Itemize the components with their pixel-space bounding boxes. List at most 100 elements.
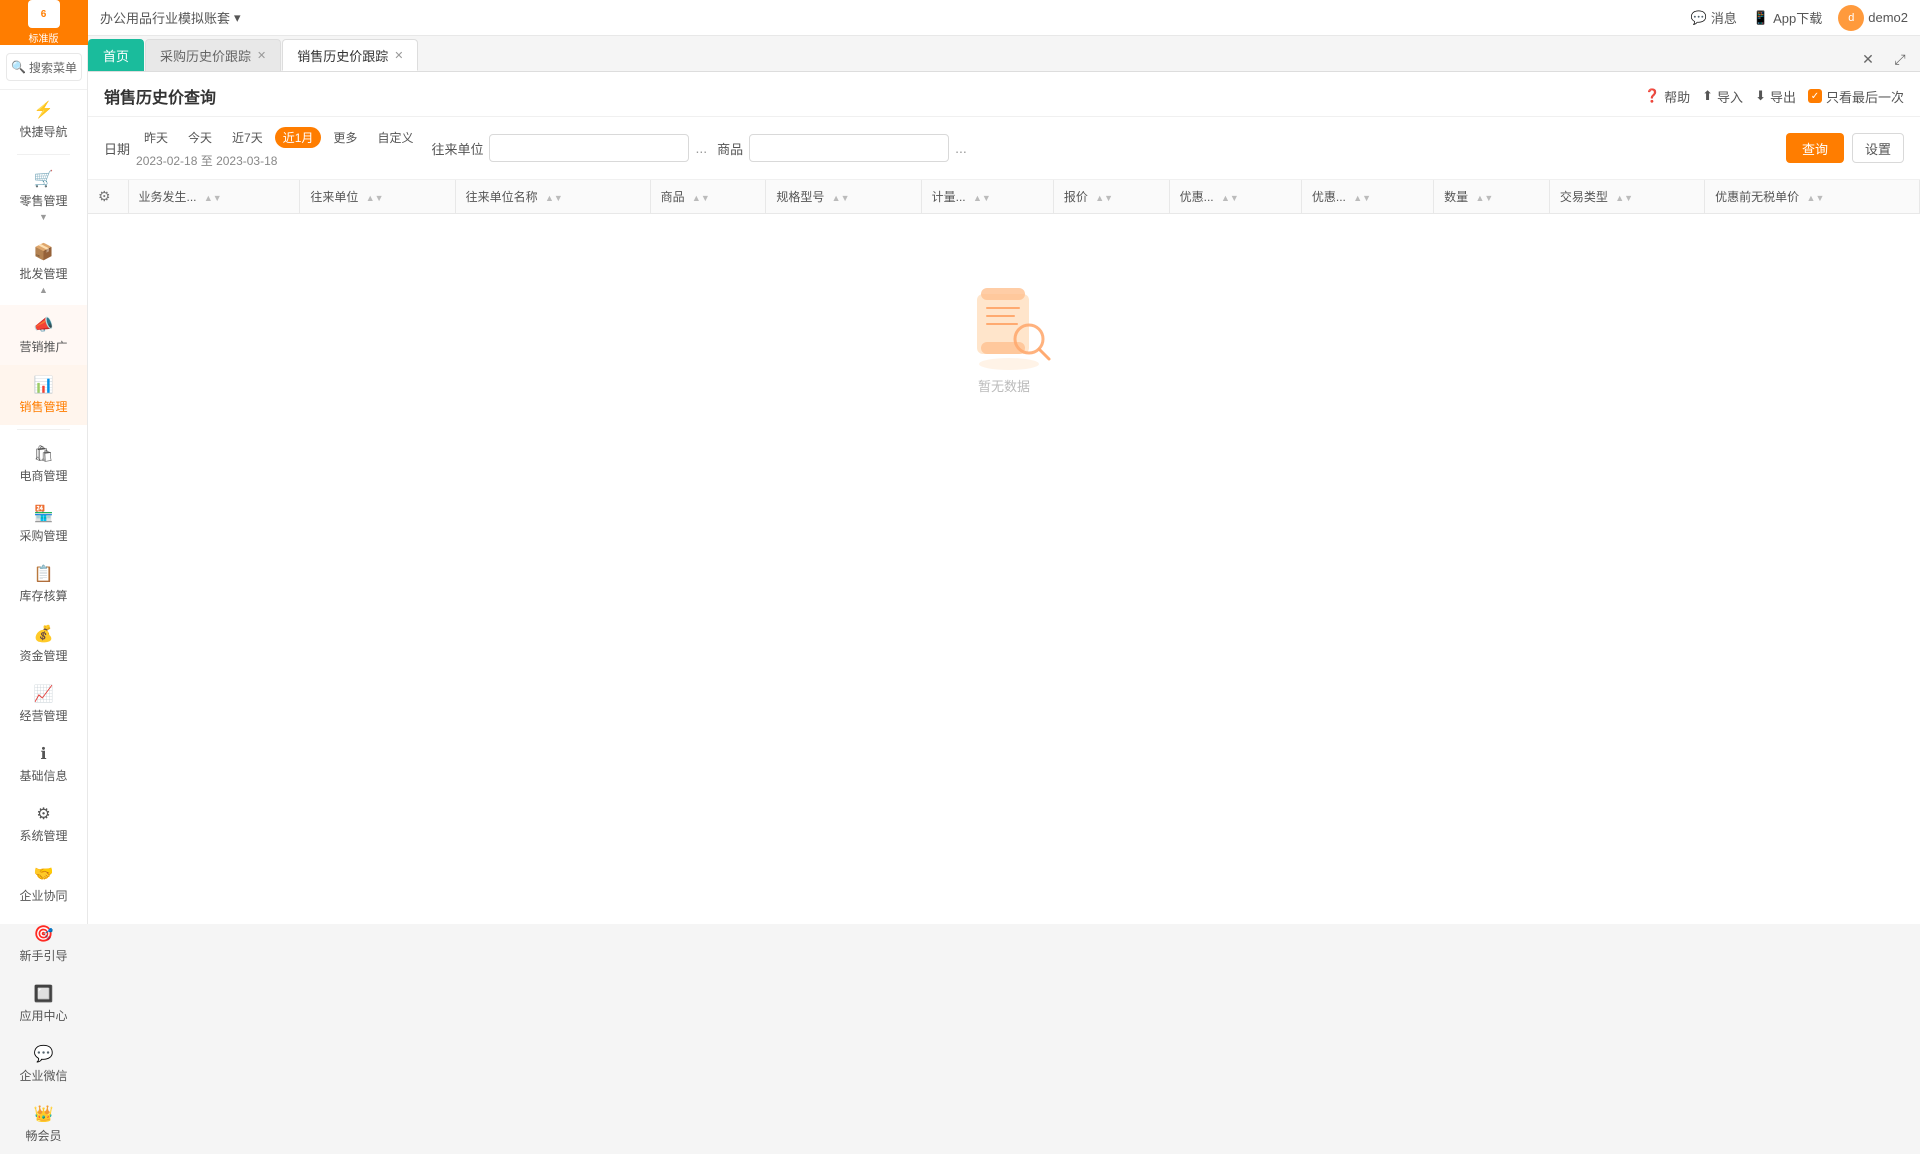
export-btn[interactable]: ⬇ 导出 [1755, 87, 1796, 106]
sidebar-item-wholesale[interactable]: 📦 批发管理 ▲ [0, 232, 87, 305]
date-filter-label: 日期 [104, 139, 130, 158]
purchase-icon: 🏪 [34, 504, 54, 524]
sort-arrows-trade-type: ▲▼ [1615, 193, 1633, 203]
date-chip-yesterday[interactable]: 昨天 [136, 127, 176, 148]
tab-purchase-history[interactable]: 采购历史价跟踪 ✕ [145, 39, 281, 71]
avatar: d [1838, 5, 1864, 31]
page-title: 销售历史价查询 [104, 84, 216, 108]
table-th-trade-type[interactable]: 交易类型 ▲▼ [1549, 180, 1704, 214]
main-area: 办公用品行业模拟账套 ▾ 💬 消息 📱 App下载 d demo2 首页 [88, 0, 1920, 924]
sidebar-item-system[interactable]: ⚙ 系统管理 [0, 794, 87, 854]
import-btn[interactable]: ⬆ 导入 [1702, 87, 1743, 106]
sidebar-item-retail[interactable]: 🛒 零售管理 ▼ [0, 159, 87, 232]
topbar-title-dropdown[interactable]: 办公用品行业模拟账套 ▾ [100, 8, 241, 27]
sidebar-item-member[interactable]: 👑 畅会员 [0, 1094, 87, 1154]
partner-dots-btn[interactable]: ... [695, 140, 707, 156]
table-th-pre-tax[interactable]: 优惠前无税单价 ▲▼ [1705, 180, 1920, 214]
tab-home[interactable]: 首页 [88, 39, 144, 71]
sidebar-search-area: 🔍 搜索菜单 [0, 45, 87, 90]
table-th-biz-date[interactable]: 业务发生... ▲▼ [128, 180, 300, 214]
sort-arrows-unit: ▲▼ [973, 193, 991, 203]
table-th-quote[interactable]: 报价 ▲▼ [1053, 180, 1169, 214]
only-last-checkbox-label[interactable]: 只看最后一次 [1808, 87, 1904, 106]
date-chip-custom[interactable]: 自定义 [369, 127, 421, 148]
sidebar-item-purchase[interactable]: 🏪 采购管理 [0, 494, 87, 554]
search-menu-button[interactable]: 🔍 搜索菜单 [6, 53, 82, 81]
dropdown-arrow-icon: ▾ [234, 10, 241, 26]
empty-state-svg [959, 274, 1059, 374]
close-window-btn[interactable]: ✕ [1856, 47, 1880, 71]
tab-purchase-label: 采购历史价跟踪 [160, 46, 251, 65]
quick-nav-icon: ⚡ [34, 100, 54, 120]
app-center-icon: 🔲 [34, 984, 54, 1004]
app-download-icon: 📱 [1753, 10, 1769, 26]
table-th-spec[interactable]: 规格型号 ▲▼ [766, 180, 921, 214]
window-buttons: ✕ ⤢ [1856, 47, 1920, 71]
sidebar-item-guide[interactable]: 🎯 新手引导 [0, 914, 87, 974]
sidebar-logo[interactable]: 6 标准版 [0, 0, 88, 45]
basic-info-icon: ℹ [40, 744, 46, 764]
sidebar-item-quick-nav[interactable]: ⚡ 快捷导航 [0, 90, 87, 150]
sidebar-item-wecom[interactable]: 💬 企业微信 [0, 1034, 87, 1094]
sidebar-item-marketing[interactable]: 📣 营销推广 [0, 305, 87, 365]
query-button[interactable]: 查询 [1786, 133, 1844, 163]
page-header: 销售历史价查询 ❓ 帮助 ⬆ 导入 ⬇ 导出 只看最后一次 [88, 72, 1920, 117]
divider2 [17, 429, 69, 430]
filter-bar: 日期 昨天 今天 近7天 近1月 更多 自定义 2023-02-18 至 202… [88, 117, 1920, 180]
sidebar-item-ecommerce[interactable]: 🛍 电商管理 [0, 434, 87, 494]
date-chip-more[interactable]: 更多 [325, 127, 365, 148]
tab-sales-history[interactable]: 销售历史价跟踪 ✕ [282, 39, 418, 71]
partner-filter-input[interactable] [489, 134, 689, 162]
divider [17, 154, 69, 155]
sort-arrows-pre-tax: ▲▼ [1807, 193, 1825, 203]
tab-home-label: 首页 [103, 46, 129, 65]
guide-icon: 🎯 [34, 924, 54, 944]
sidebar-item-sales[interactable]: 📊 销售管理 [0, 365, 87, 425]
sidebar-item-basic-info[interactable]: ℹ 基础信息 [0, 734, 87, 794]
finance-icon: 💰 [34, 624, 54, 644]
sidebar-item-app-center[interactable]: 🔲 应用中心 [0, 974, 87, 1034]
date-chip-today[interactable]: 今天 [180, 127, 220, 148]
tab-sales-label: 销售历史价跟踪 [297, 46, 388, 65]
tab-sales-close-icon[interactable]: ✕ [394, 49, 403, 62]
member-icon: 👑 [34, 1104, 54, 1124]
sidebar-item-finance[interactable]: 💰 资金管理 [0, 614, 87, 674]
table-th-discount2[interactable]: 优惠... ▲▼ [1301, 180, 1433, 214]
sidebar-nav: ⚡ 快捷导航 🛒 零售管理 ▼ 📦 批发管理 ▲ 📣 营销推广 📊 销售管理 [0, 90, 87, 1154]
table-th-goods[interactable]: 商品 ▲▼ [650, 180, 766, 214]
goods-dots-btn[interactable]: ... [955, 140, 967, 156]
maximize-window-btn[interactable]: ⤢ [1888, 47, 1912, 71]
operations-icon: 📈 [34, 684, 54, 704]
partner-filter-group: 往来单位 ... [431, 134, 707, 162]
tab-purchase-close-icon[interactable]: ✕ [257, 49, 266, 62]
empty-state: 暂无数据 [88, 214, 1920, 455]
help-btn[interactable]: ❓ 帮助 [1644, 87, 1690, 106]
goods-filter-input[interactable] [749, 134, 949, 162]
export-icon: ⬇ [1755, 88, 1766, 104]
sidebar-item-operations[interactable]: 📈 经营管理 [0, 674, 87, 734]
settings-button[interactable]: 设置 [1852, 133, 1904, 163]
topbar-user-btn[interactable]: d demo2 [1838, 5, 1908, 31]
table-th-qty[interactable]: 数量 ▲▼ [1434, 180, 1550, 214]
table-th-discount1[interactable]: 优惠... ▲▼ [1169, 180, 1301, 214]
retail-arrow-icon: ▼ [39, 212, 48, 222]
date-chip-1month[interactable]: 近1月 [275, 127, 322, 148]
table-th-gear[interactable]: ⚙ [88, 180, 128, 214]
sales-icon: 📊 [34, 375, 54, 395]
empty-text: 暂无数据 [978, 376, 1030, 395]
table-header: ⚙ 业务发生... ▲▼ 往来单位 ▲▼ 往来单位名称 ▲▼ [88, 180, 1920, 214]
sidebar-item-collab[interactable]: 🤝 企业协同 [0, 854, 87, 914]
only-last-checkbox[interactable] [1808, 89, 1822, 103]
table-th-unit[interactable]: 计量... ▲▼ [921, 180, 1053, 214]
goods-filter-label: 商品 [717, 139, 743, 158]
topbar-app-download-btn[interactable]: 📱 App下载 [1753, 8, 1822, 27]
date-chip-7days[interactable]: 近7天 [224, 127, 271, 148]
sort-arrows-spec: ▲▼ [832, 193, 850, 203]
gear-icon[interactable]: ⚙ [98, 188, 111, 204]
sidebar-item-inventory[interactable]: 📋 库存核算 [0, 554, 87, 614]
table-th-partner-name[interactable]: 往来单位名称 ▲▼ [455, 180, 650, 214]
content-area: 销售历史价查询 ❓ 帮助 ⬆ 导入 ⬇ 导出 只看最后一次 [88, 72, 1920, 924]
table-th-partner-code[interactable]: 往来单位 ▲▼ [300, 180, 455, 214]
search-icon: 🔍 [11, 60, 26, 74]
topbar-messages-btn[interactable]: 💬 消息 [1691, 8, 1737, 27]
